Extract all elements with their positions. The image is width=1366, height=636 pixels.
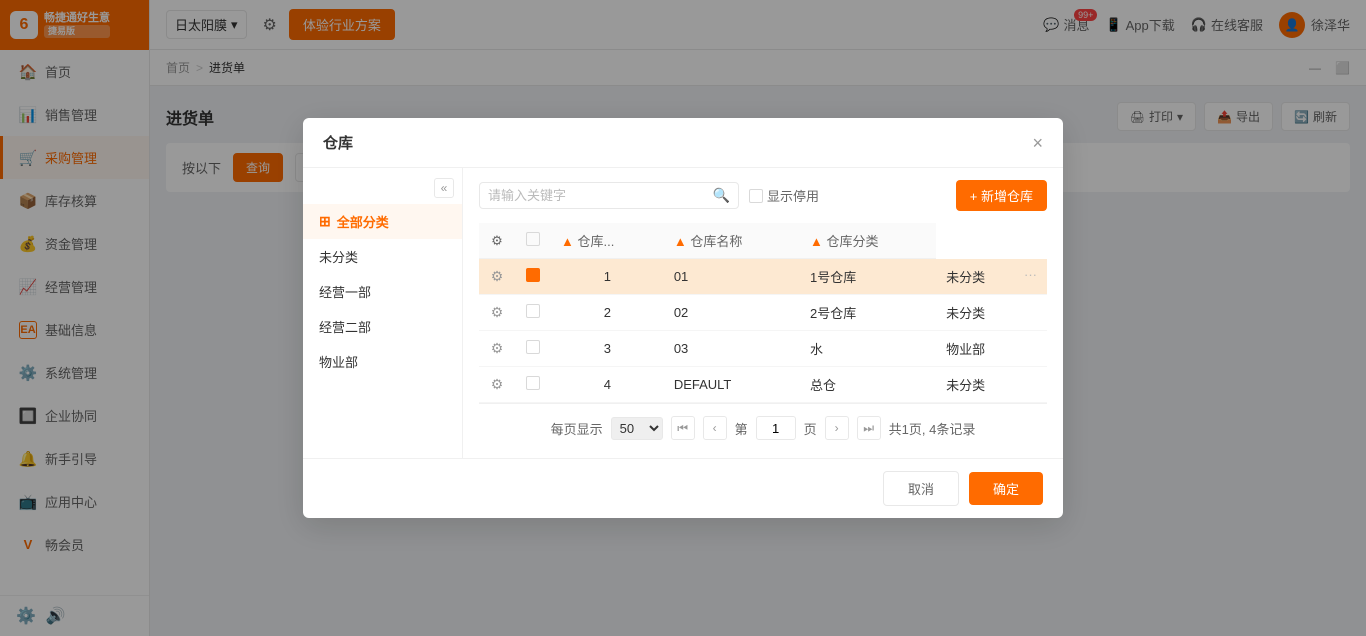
modal-header: 仓库 × [303, 118, 1063, 168]
table-header: ⚙ ▲ 仓库... ▲ [479, 223, 1047, 259]
search-input[interactable] [488, 188, 709, 203]
col-header-check [515, 223, 551, 259]
category-all-icon: ⊞ [319, 213, 331, 230]
page-first-button[interactable]: ⏮ [671, 416, 695, 440]
page-last-button[interactable]: ⏭ [857, 416, 881, 440]
modal-overlay[interactable]: 仓库 × « ⊞ 全部分类 未分类 经营一部 [0, 0, 1366, 636]
show-disabled-checkbox[interactable] [749, 189, 763, 203]
row-actions[interactable]: ··· [1024, 267, 1037, 282]
select-all-checkbox[interactable] [526, 232, 540, 246]
page-end-label: 页 [804, 419, 817, 438]
row-category-cell: 未分类 ··· [936, 259, 1047, 295]
row-check-cell [515, 259, 551, 295]
table-row[interactable]: ⚙ 1 01 1号仓库 未分类 ··· [479, 259, 1047, 295]
per-page-label: 每页显示 [551, 419, 603, 438]
col-header-name: ▲ 仓库名称 [664, 223, 800, 259]
search-input-wrap: 🔍 [479, 182, 739, 209]
col-code-label: 仓库... [578, 234, 615, 249]
category-dept2[interactable]: 经营二部 [303, 309, 462, 344]
row-category-cell: 未分类 [936, 367, 1047, 403]
category-all[interactable]: ⊞ 全部分类 [303, 204, 462, 239]
row-gear-cell: ⚙ [479, 331, 515, 367]
show-disabled-text: 显示停用 [767, 186, 819, 205]
row-code-cell: DEFAULT [664, 367, 800, 403]
add-warehouse-button[interactable]: + 新增仓库 [956, 180, 1047, 211]
row-name-cell: 水 [800, 331, 936, 367]
row-check-cell [515, 367, 551, 403]
row-gear-icon[interactable]: ⚙ [491, 304, 504, 320]
col-category-label: 仓库分类 [827, 234, 879, 249]
page-total: 共1页, 4条记录 [889, 419, 976, 438]
sort-icon-name: ▲ [674, 234, 687, 249]
modal-body: « ⊞ 全部分类 未分类 经营一部 经营二部 物业部 [303, 168, 1063, 458]
col-header-gear: ⚙ [479, 223, 515, 259]
table-row[interactable]: ⚙ 2 02 2号仓库 未分类 [479, 295, 1047, 331]
sort-icon: ▲ [561, 234, 574, 249]
row-name-cell: 2号仓库 [800, 295, 936, 331]
cancel-button[interactable]: 取消 [883, 471, 959, 506]
row-checkbox[interactable] [526, 304, 540, 318]
col-name-label: 仓库名称 [690, 234, 742, 249]
per-page-select[interactable]: 50 10 20 100 [611, 417, 663, 440]
modal-main-content: 🔍 显示停用 + 新增仓库 ⚙ [463, 168, 1063, 458]
page-prev-button[interactable]: ‹ [703, 416, 727, 440]
modal-category-sidebar: « ⊞ 全部分类 未分类 经营一部 经营二部 物业部 [303, 168, 463, 458]
show-disabled-label[interactable]: 显示停用 [749, 186, 819, 205]
modal-toolbar: 🔍 显示停用 + 新增仓库 [479, 180, 1047, 211]
row-code-cell: 02 [664, 295, 800, 331]
row-checkbox[interactable] [526, 376, 540, 390]
sort-icon-cat: ▲ [810, 234, 823, 249]
page-next-button[interactable]: › [825, 416, 849, 440]
row-gear-icon[interactable]: ⚙ [491, 376, 504, 392]
search-icon[interactable]: 🔍 [713, 187, 730, 204]
table-body: ⚙ 1 01 1号仓库 未分类 ··· ⚙ 2 02 2号仓库 未分类 ⚙ [479, 259, 1047, 403]
table-row[interactable]: ⚙ 3 03 水 物业部 [479, 331, 1047, 367]
category-none[interactable]: 未分类 [303, 239, 462, 274]
row-name-cell: 总仓 [800, 367, 936, 403]
category-dept1[interactable]: 经营一部 [303, 274, 462, 309]
row-code-cell: 01 [664, 259, 800, 295]
category-property[interactable]: 物业部 [303, 344, 462, 379]
pagination: 每页显示 50 10 20 100 ⏮ ‹ 第 页 › ⏭ 共1页, 4条记录 [479, 403, 1047, 446]
row-checkbox[interactable] [526, 340, 540, 354]
gear-header-icon[interactable]: ⚙ [491, 233, 503, 248]
warehouse-table: ⚙ ▲ 仓库... ▲ [479, 223, 1047, 403]
modal-close-button[interactable]: × [1032, 134, 1043, 152]
row-code-cell: 03 [664, 331, 800, 367]
confirm-button[interactable]: 确定 [969, 472, 1043, 505]
row-gear-cell: ⚙ [479, 259, 515, 295]
collapse-button[interactable]: « [434, 178, 454, 198]
row-category-cell: 未分类 [936, 295, 1047, 331]
category-all-label: 全部分类 [337, 212, 389, 231]
warehouse-table-element: ⚙ ▲ 仓库... ▲ [479, 223, 1047, 403]
table-row[interactable]: ⚙ 4 DEFAULT 总仓 未分类 [479, 367, 1047, 403]
row-gear-icon[interactable]: ⚙ [491, 268, 504, 284]
modal-actions: 取消 确定 [303, 458, 1063, 518]
row-num-cell: 1 [551, 259, 664, 295]
row-checkbox[interactable] [526, 268, 540, 282]
category-property-label: 物业部 [319, 352, 358, 371]
category-dept2-label: 经营二部 [319, 317, 371, 336]
page-input[interactable] [756, 416, 796, 440]
category-none-label: 未分类 [319, 247, 358, 266]
modal-title: 仓库 [323, 132, 353, 153]
row-num-cell: 4 [551, 367, 664, 403]
row-check-cell [515, 295, 551, 331]
row-name-cell: 1号仓库 [800, 259, 936, 295]
col-header-category: ▲ 仓库分类 [800, 223, 936, 259]
row-gear-cell: ⚙ [479, 367, 515, 403]
row-gear-cell: ⚙ [479, 295, 515, 331]
warehouse-modal: 仓库 × « ⊞ 全部分类 未分类 经营一部 [303, 118, 1063, 518]
page-label: 第 [735, 419, 748, 438]
row-num-cell: 2 [551, 295, 664, 331]
col-header-code: ▲ 仓库... [551, 223, 664, 259]
row-gear-icon[interactable]: ⚙ [491, 340, 504, 356]
row-check-cell [515, 331, 551, 367]
row-num-cell: 3 [551, 331, 664, 367]
category-dept1-label: 经营一部 [319, 282, 371, 301]
row-category-cell: 物业部 [936, 331, 1047, 367]
collapse-area: « [303, 178, 462, 204]
